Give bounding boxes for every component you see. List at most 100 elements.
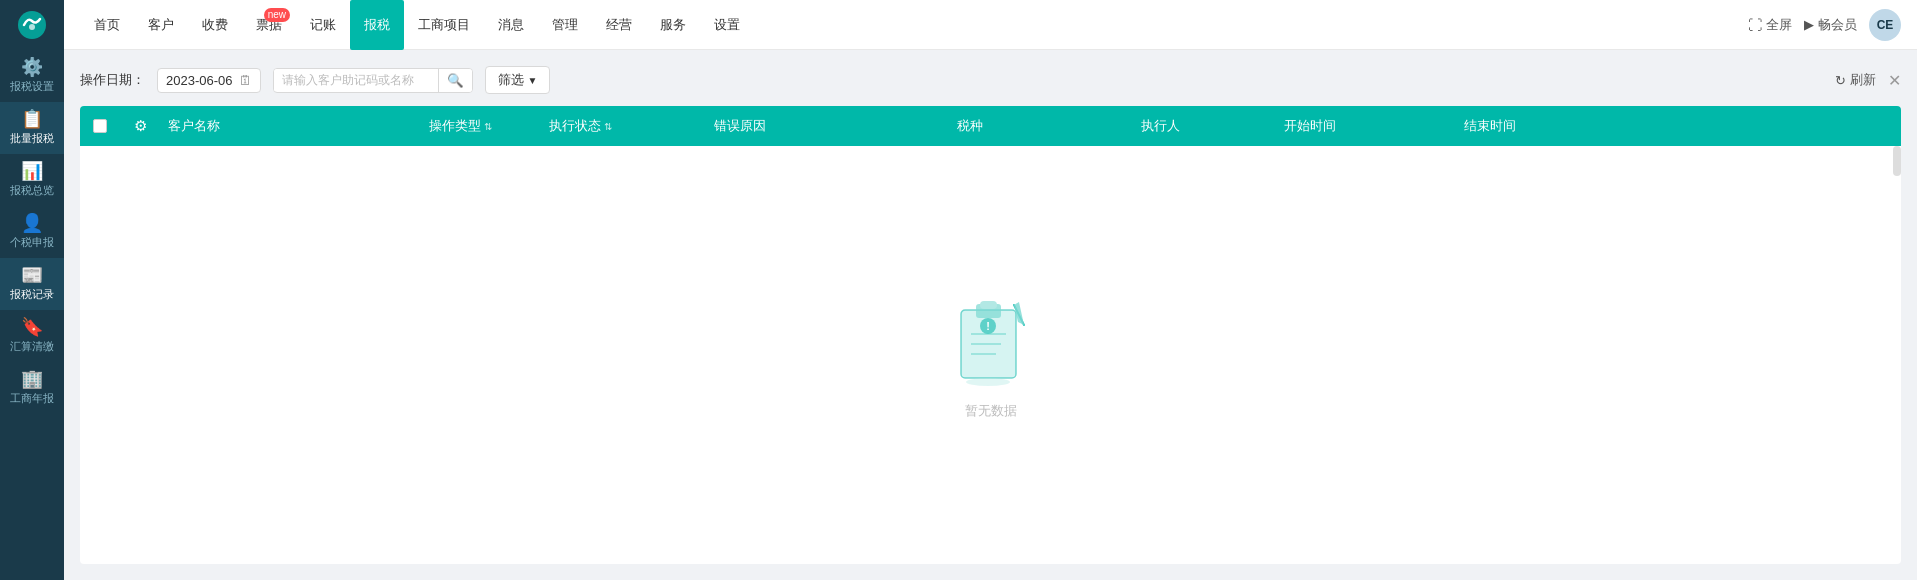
refresh-button[interactable]: ↻ 刷新: [1835, 71, 1876, 89]
gongshang-nianbao-icon: 🏢: [21, 370, 43, 388]
nav-label: 记账: [310, 16, 336, 34]
sidebar-item-label: 汇算清缴: [10, 339, 54, 354]
th-tax-type: 税种: [840, 106, 1100, 146]
geshui-shenbao-icon: 👤: [21, 214, 43, 232]
huisuan-jiaona-icon: 🔖: [21, 318, 43, 336]
nav-label: 管理: [552, 16, 578, 34]
th-settings: ⚙: [120, 106, 160, 146]
nav-label: 经营: [606, 16, 632, 34]
date-picker[interactable]: 2023-06-06 🗓: [157, 68, 261, 93]
nav-item-piao[interactable]: 票据 new: [242, 0, 296, 50]
nav-item-home[interactable]: 首页: [80, 0, 134, 50]
nav-right: ⛶ 全屏 ▶ 畅会员 CE: [1748, 9, 1901, 41]
nav-item-shezhi[interactable]: 设置: [700, 0, 754, 50]
search-button[interactable]: 🔍: [438, 69, 472, 92]
filter-bar: 操作日期： 2023-06-06 🗓 🔍 筛选 ▼ ↻ 刷新 ✕: [80, 66, 1901, 94]
th-exec-status: 执行状态 ⇅: [520, 106, 640, 146]
sidebar-logo: [0, 0, 64, 50]
th-error-reason: 错误原因: [640, 106, 840, 146]
svg-rect-5: [980, 301, 997, 309]
nav-item-gongshang[interactable]: 工商项目: [404, 0, 484, 50]
fullscreen-button[interactable]: ⛶ 全屏: [1748, 16, 1792, 34]
user-avatar[interactable]: CE: [1869, 9, 1901, 41]
sidebar-item-baoshui-jilu[interactable]: 📰 报税记录: [0, 258, 64, 310]
piliang-baoshui-icon: 📋: [21, 110, 43, 128]
column-settings-icon[interactable]: ⚙: [134, 117, 147, 135]
col-label: 结束时间: [1464, 117, 1516, 135]
nav-item-xiaoxi[interactable]: 消息: [484, 0, 538, 50]
th-customer-name: 客户名称: [160, 106, 400, 146]
th-start-time: 开始时间: [1220, 106, 1400, 146]
calendar-icon: 🗓: [239, 73, 252, 88]
sidebar-item-huisuan-jiaona[interactable]: 🔖 汇算清缴: [0, 310, 64, 362]
th-end-time: 结束时间: [1400, 106, 1580, 146]
filter-button[interactable]: 筛选 ▼: [485, 66, 551, 94]
refresh-label: 刷新: [1850, 71, 1876, 89]
col-label: 客户名称: [168, 117, 220, 135]
nav-item-jingying[interactable]: 经营: [592, 0, 646, 50]
sidebar-item-label: 报税记录: [10, 287, 54, 302]
nav-item-guanli[interactable]: 管理: [538, 0, 592, 50]
content-area: 操作日期： 2023-06-06 🗓 🔍 筛选 ▼ ↻ 刷新 ✕: [64, 50, 1917, 580]
main-area: 首页 客户 收费 票据 new 记账 报税 工商项目 消息 管理 经营: [64, 0, 1917, 580]
new-badge: new: [264, 8, 290, 22]
th-checkbox: [80, 106, 120, 146]
table-container: ⚙ 客户名称 操作类型 ⇅ 执行状态 ⇅ 错误原因 税种: [80, 106, 1901, 564]
col-label: 税种: [957, 117, 983, 135]
member-button[interactable]: ▶ 畅会员: [1804, 16, 1857, 34]
nav-item-baoshui[interactable]: 报税: [350, 0, 404, 50]
table-body: ! 暂无数据: [80, 146, 1901, 564]
nav-label: 设置: [714, 16, 740, 34]
col-label: 执行人: [1141, 117, 1180, 135]
nav-label: 服务: [660, 16, 686, 34]
select-all-checkbox[interactable]: [93, 119, 107, 133]
close-button[interactable]: ✕: [1888, 71, 1901, 90]
refresh-icon: ↻: [1835, 73, 1846, 88]
nav-item-shoufei[interactable]: 收费: [188, 0, 242, 50]
sidebar-item-label: 报税设置: [10, 79, 54, 94]
nav-label: 消息: [498, 16, 524, 34]
empty-text: 暂无数据: [965, 402, 1017, 420]
sidebar: ⚙️ 报税设置 📋 批量报税 📊 报税总览 👤 个税申报 📰 报税记录 🔖 汇算…: [0, 0, 64, 580]
sidebar-item-label: 批量报税: [10, 131, 54, 146]
video-icon: ▶: [1804, 17, 1814, 32]
nav-label: 收费: [202, 16, 228, 34]
empty-state: ! 暂无数据: [906, 250, 1076, 460]
nav-label: 首页: [94, 16, 120, 34]
sidebar-item-baoshui-shezhi[interactable]: ⚙️ 报税设置: [0, 50, 64, 102]
scroll-indicator[interactable]: [1893, 146, 1901, 176]
filter-btn-label: 筛选: [498, 71, 524, 89]
date-label: 操作日期：: [80, 71, 145, 89]
sort-icon[interactable]: ⇅: [484, 121, 492, 132]
nav-label: 报税: [364, 16, 390, 34]
sort-icon[interactable]: ⇅: [604, 121, 612, 132]
top-nav: 首页 客户 收费 票据 new 记账 报税 工商项目 消息 管理 经营: [64, 0, 1917, 50]
chevron-down-icon: ▼: [528, 75, 538, 86]
nav-label: 工商项目: [418, 16, 470, 34]
col-label: 错误原因: [714, 117, 766, 135]
nav-item-customer[interactable]: 客户: [134, 0, 188, 50]
th-executor: 执行人: [1100, 106, 1220, 146]
search-input[interactable]: [274, 69, 438, 91]
sidebar-item-label: 工商年报: [10, 391, 54, 406]
baoshui-jilu-icon: 📰: [21, 266, 43, 284]
svg-text:!: !: [986, 320, 990, 332]
sidebar-item-label: 个税申报: [10, 235, 54, 250]
baoshui-zonlan-icon: 📊: [21, 162, 43, 180]
col-label: 操作类型: [429, 117, 481, 135]
table-header: ⚙ 客户名称 操作类型 ⇅ 执行状态 ⇅ 错误原因 税种: [80, 106, 1901, 146]
svg-point-13: [966, 378, 1010, 386]
sidebar-item-gongshang-nianbao[interactable]: 🏢 工商年报: [0, 362, 64, 414]
nav-item-jzhang[interactable]: 记账: [296, 0, 350, 50]
search-box: 🔍: [273, 68, 473, 93]
sidebar-item-baoshui-zonlan[interactable]: 📊 报税总览: [0, 154, 64, 206]
avatar-text: CE: [1877, 18, 1894, 32]
nav-label: 客户: [148, 16, 174, 34]
sidebar-item-piliang-baoshui[interactable]: 📋 批量报税: [0, 102, 64, 154]
nav-item-fuwu[interactable]: 服务: [646, 0, 700, 50]
col-label: 执行状态: [549, 117, 601, 135]
search-icon: 🔍: [447, 73, 464, 88]
col-label: 开始时间: [1284, 117, 1336, 135]
sidebar-item-geshui-shenbao[interactable]: 👤 个税申报: [0, 206, 64, 258]
sidebar-item-label: 报税总览: [10, 183, 54, 198]
